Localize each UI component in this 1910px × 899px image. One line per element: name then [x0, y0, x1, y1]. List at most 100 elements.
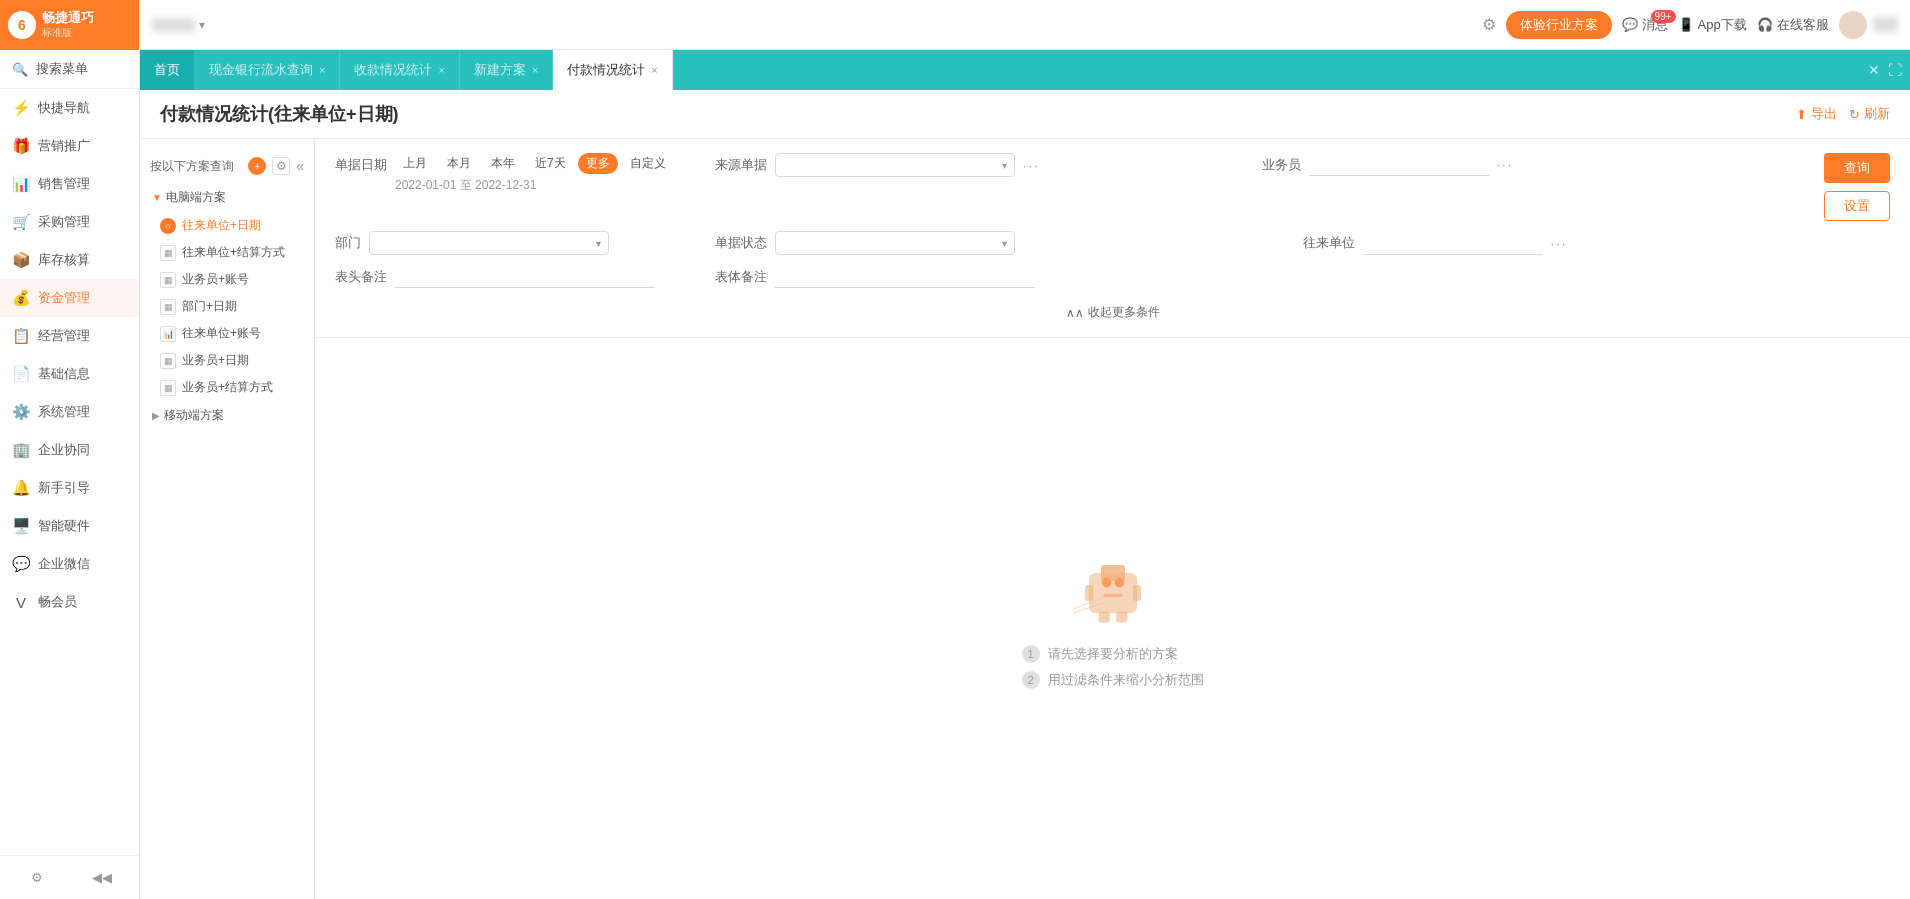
sidebar-footer-settings[interactable]: ⚙ [8, 864, 66, 891]
tab-home[interactable]: 首页 [140, 50, 195, 90]
date-custom[interactable]: 自定义 [622, 153, 674, 174]
system-icon: ⚙️ [12, 403, 30, 421]
schema-settings-btn[interactable]: ⚙ [272, 157, 290, 175]
partner-dots[interactable]: ··· [1551, 236, 1568, 251]
date-this-month[interactable]: 本月 [439, 153, 479, 174]
sidebar-item-purchase[interactable]: 🛒 采购管理 [0, 203, 139, 241]
schema-item-staff-account[interactable]: ▦ 业务员+账号 [140, 266, 314, 293]
schema-sidebar: 按以下方案查询 + ⚙ « ▼ 电脑端方案 ○ 往来单位+日期 [140, 139, 315, 899]
topbar-dropdown-arrow[interactable]: ▾ [199, 18, 205, 32]
filter-row-1: 单据日期 上月 本月 本年 近7天 更多 自定义 20 [335, 153, 1890, 221]
tip-num-1: 1 [1022, 645, 1040, 663]
sidebar-item-capital[interactable]: 💰 资金管理 [0, 279, 139, 317]
source-bill-select[interactable] [775, 153, 1015, 177]
date-this-year[interactable]: 本年 [483, 153, 523, 174]
sidebar-item-hardware[interactable]: 🖥️ 智能硬件 [0, 507, 139, 545]
member-icon: V [12, 593, 30, 611]
sidebar-item-label: 采购管理 [38, 213, 90, 231]
sidebar-item-quicknav[interactable]: ⚡ 快捷导航 [0, 89, 139, 127]
svg-rect-7 [1098, 611, 1109, 622]
tab-receipt-close[interactable]: × [438, 64, 444, 76]
date-7days[interactable]: 近7天 [527, 153, 574, 174]
schema-add-btn[interactable]: + [248, 157, 266, 175]
schema-item-unit-account[interactable]: 📊 往来单位+账号 [140, 320, 314, 347]
export-icon: ⬆ [1796, 107, 1807, 122]
sidebar-item-label: 畅会员 [38, 593, 77, 611]
refresh-label: 刷新 [1864, 105, 1890, 123]
dept-select[interactable] [369, 231, 609, 255]
staff-input[interactable] [1309, 153, 1489, 176]
sidebar-item-wechat[interactable]: 💬 企业微信 [0, 545, 139, 583]
online-service-label: 在线客服 [1777, 16, 1829, 34]
bill-date-range: 2022-01-01 至 2022-12-31 [395, 177, 674, 194]
tip-num-2: 2 [1022, 671, 1040, 689]
collapse-up-icon: ∧∧ [1066, 306, 1084, 320]
sidebar-item-inventory[interactable]: 📦 库存核算 [0, 241, 139, 279]
schema-item-dept-date[interactable]: ▦ 部门+日期 [140, 293, 314, 320]
tab-bank[interactable]: 现金银行流水查询 × [195, 50, 340, 90]
query-button[interactable]: 查询 [1824, 153, 1890, 183]
app-logo: 6 [8, 11, 36, 39]
sidebar-item-label: 库存核算 [38, 251, 90, 269]
message-button[interactable]: 💬 消息 99+ [1622, 16, 1668, 34]
app-download-button[interactable]: 📱 App下载 [1678, 16, 1747, 34]
sidebar-item-guide[interactable]: 🔔 新手引导 [0, 469, 139, 507]
inventory-icon: 📦 [12, 251, 30, 269]
schema-section-desktop[interactable]: ▼ 电脑端方案 [140, 183, 314, 212]
sidebar-item-marketing[interactable]: 🎁 营销推广 [0, 127, 139, 165]
tab-payment[interactable]: 付款情况统计 × [553, 50, 672, 90]
tab-close-all-icon[interactable]: ✕ [1868, 62, 1880, 78]
breadcrumb: ············· ▾ [152, 18, 1472, 32]
staff-label: 业务员 [1262, 156, 1301, 174]
empty-tip-2: 2 用过滤条件来缩小分析范围 [1022, 671, 1204, 689]
tab-bank-close[interactable]: × [319, 64, 325, 76]
header-note-input[interactable] [395, 265, 655, 288]
sidebar-item-sales[interactable]: 📊 销售管理 [0, 165, 139, 203]
trial-button[interactable]: 体验行业方案 [1506, 11, 1612, 39]
schema-item-label: 业务员+结算方式 [182, 379, 273, 396]
online-service-button[interactable]: 🎧 在线客服 [1757, 16, 1829, 34]
staff-dots[interactable]: ··· [1497, 157, 1514, 172]
body-note-input[interactable] [775, 265, 1035, 288]
collapse-more-btn[interactable]: ∧∧ 收起更多条件 [335, 296, 1890, 329]
sidebar-item-system[interactable]: ⚙️ 系统管理 [0, 393, 139, 431]
schema-item-staff-date[interactable]: ▦ 业务员+日期 [140, 347, 314, 374]
bill-status-select[interactable] [775, 231, 1015, 255]
partner-input[interactable] [1363, 232, 1543, 255]
date-more[interactable]: 更多 [578, 153, 618, 174]
filter-panel: 单据日期 上月 本月 本年 近7天 更多 自定义 20 [315, 139, 1910, 338]
source-bill-dots[interactable]: ··· [1023, 158, 1040, 173]
filter-row-2: 部门 ▾ 单据状态 ▾ [335, 231, 1890, 255]
schema-item-unit-settle[interactable]: ▦ 往来单位+结算方式 [140, 239, 314, 266]
tab-payment-close[interactable]: × [651, 64, 657, 76]
schema-item-unit-date[interactable]: ○ 往来单位+日期 [140, 212, 314, 239]
export-label: 导出 [1811, 105, 1837, 123]
schema-item-staff-settle[interactable]: ▦ 业务员+结算方式 [140, 374, 314, 401]
sidebar-item-search[interactable]: 🔍 搜索菜单 [0, 50, 139, 89]
schema-table-icon4: ▦ [160, 353, 176, 369]
sidebar-footer-collapse[interactable]: ◀◀ [74, 864, 132, 891]
filter-settings-button[interactable]: 设置 [1824, 191, 1890, 221]
export-button[interactable]: ⬆ 导出 [1796, 105, 1837, 123]
sidebar-item-basic[interactable]: 📄 基础信息 [0, 355, 139, 393]
user-avatar-area[interactable]: ······· [1839, 11, 1898, 39]
filter-field-department: 部门 ▾ [335, 231, 715, 255]
refresh-button[interactable]: ↻ 刷新 [1849, 105, 1890, 123]
schema-section-mobile[interactable]: ▶ 移动端方案 [140, 401, 314, 430]
sidebar-item-operation[interactable]: 📋 经营管理 [0, 317, 139, 355]
tab-receipt[interactable]: 收款情况统计 × [340, 50, 459, 90]
tab-new-close[interactable]: × [532, 64, 538, 76]
schema-collapse-btn[interactable]: « [296, 158, 304, 174]
sidebar-item-member[interactable]: V 畅会员 [0, 583, 139, 621]
sidebar-item-enterprise[interactable]: 🏢 企业协同 [0, 431, 139, 469]
collapse-more-label: 收起更多条件 [1088, 304, 1160, 321]
service-icon: 🎧 [1757, 17, 1773, 32]
tab-maximize-icon[interactable]: ⛶ [1888, 62, 1902, 78]
guide-icon: 🔔 [12, 479, 30, 497]
sidebar-search-label: 搜索菜单 [36, 60, 88, 78]
topbar: ············· ▾ ⚙ 体验行业方案 💬 消息 99+ 📱 App下… [140, 0, 1910, 50]
topbar-settings-icon[interactable]: ⚙ [1482, 15, 1496, 34]
tab-new[interactable]: 新建方案 × [460, 50, 553, 90]
username: ······· [1873, 17, 1898, 32]
date-last-month[interactable]: 上月 [395, 153, 435, 174]
